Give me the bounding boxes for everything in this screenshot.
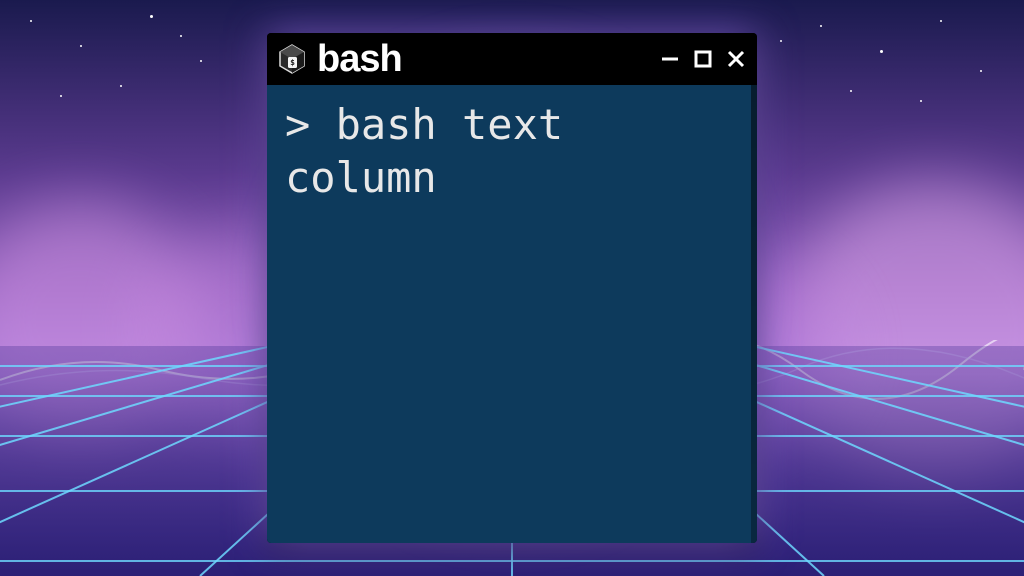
minimize-button[interactable] [659,48,681,70]
prompt-symbol: > [285,100,336,149]
terminal-window: $ bash > b [267,33,757,543]
window-controls [659,48,747,70]
window-title: bash [317,38,651,81]
maximize-button[interactable] [693,49,713,69]
close-button[interactable] [725,48,747,70]
prompt-line: > bash text column [285,99,739,204]
terminal-body[interactable]: > bash text column [267,85,757,543]
bash-hexagon-icon: $ [275,42,309,76]
titlebar[interactable]: $ bash [267,33,757,85]
svg-text:$: $ [290,58,295,67]
